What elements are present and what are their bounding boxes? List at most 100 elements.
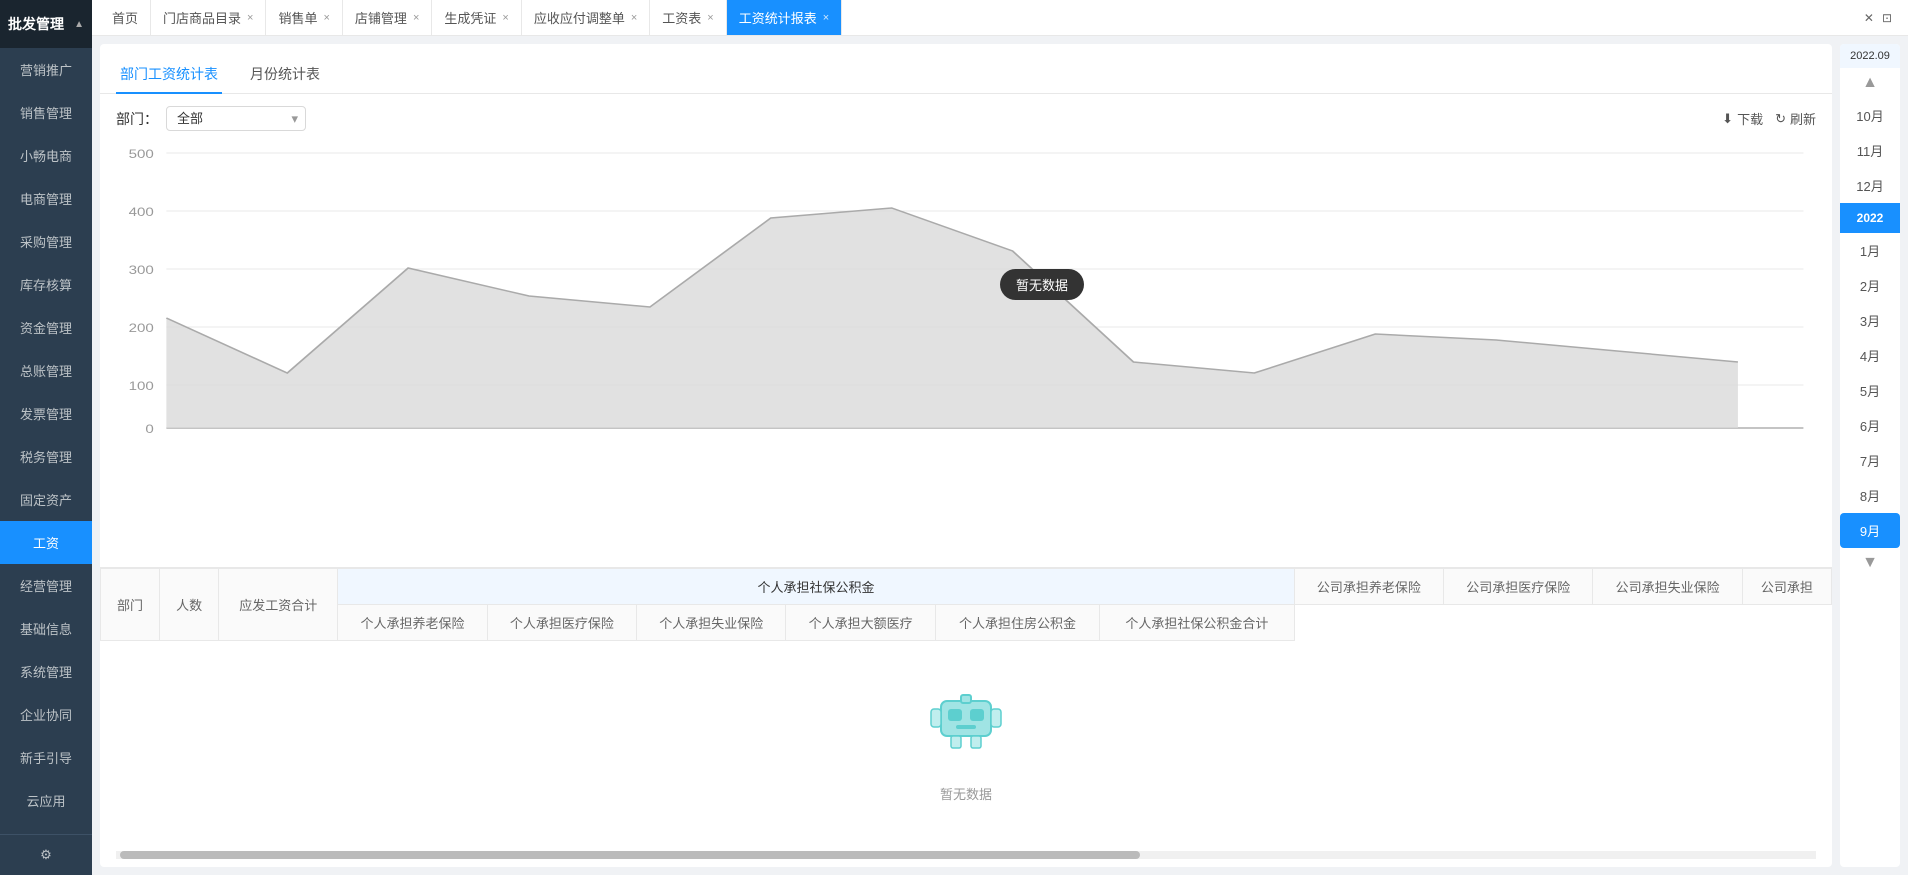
sidebar-item-assets[interactable]: 固定资产	[0, 478, 92, 521]
sidebar-item-inventory[interactable]: 库存核算	[0, 263, 92, 306]
sub-tabs: 部门工资统计表月份统计表	[100, 44, 1832, 94]
sidebar-header[interactable]: 批发管理 ▲	[0, 0, 92, 48]
date-item-11月[interactable]: 11月	[1840, 133, 1900, 168]
sidebar-item-cloud[interactable]: 云应用	[0, 779, 92, 822]
chart-svg: 500 400 300 200 100 0	[116, 143, 1816, 443]
sidebar-toggle-icon[interactable]: ▲	[74, 19, 84, 30]
close-all-button[interactable]: ✕	[1864, 11, 1874, 25]
refresh-icon: ↻	[1775, 111, 1786, 127]
tab-close-production-cert[interactable]: ×	[502, 12, 508, 24]
toolbar-left: 部门： 全部销售部财务部技术部行政部	[116, 106, 306, 131]
no-data-tooltip: 暂无数据	[1000, 269, 1084, 300]
table-header-dept: 部门	[101, 569, 160, 641]
tab-close-sales-order[interactable]: ×	[323, 12, 329, 24]
date-item-5月[interactable]: 5月	[1840, 373, 1900, 408]
table-header-company-medical: 公司承担医疗保险	[1444, 569, 1593, 605]
date-item-4月[interactable]: 4月	[1840, 338, 1900, 373]
svg-text:0: 0	[145, 422, 154, 435]
download-label: 下载	[1737, 109, 1763, 128]
tab-home[interactable]: 首页	[100, 0, 151, 36]
tab-label-receivable: 应收应付调整单	[534, 8, 625, 27]
tab-close-payroll[interactable]: ×	[707, 12, 713, 24]
date-item-10月[interactable]: 10月	[1840, 98, 1900, 133]
svg-text:100: 100	[129, 379, 155, 392]
date-item-12月[interactable]: 12月	[1840, 168, 1900, 203]
tab-payroll[interactable]: 工资表 ×	[650, 0, 726, 36]
date-item-3月[interactable]: 3月	[1840, 303, 1900, 338]
date-item-2月[interactable]: 2月	[1840, 268, 1900, 303]
svg-text:400: 400	[129, 205, 155, 218]
sidebar-item-ecommerce[interactable]: 电商管理	[0, 177, 92, 220]
date-item-7月[interactable]: 7月	[1840, 443, 1900, 478]
sidebar-item-mini-store[interactable]: 小畅电商	[0, 134, 92, 177]
tab-production-cert[interactable]: 生成凭证×	[432, 0, 521, 36]
table-area: 部门 人数 应发工资合计 个人承担社保公积金 公司承担养老保险 公司承担医疗保险…	[100, 567, 1832, 843]
sidebar-title: 批发管理	[8, 14, 64, 34]
table-header-personal-total: 个人承担社保公积金合计	[1100, 605, 1295, 641]
sidebar-item-invoice[interactable]: 发票管理	[0, 392, 92, 435]
date-nav-up[interactable]: ▲	[1840, 68, 1900, 98]
table-header-personal-group: 个人承担社保公积金	[338, 569, 1294, 605]
scrollbar-area	[100, 843, 1832, 867]
table-header-personal-pension: 个人承担养老保险	[338, 605, 487, 641]
tab-store-management[interactable]: 店铺管理×	[343, 0, 432, 36]
chart-container: 500 400 300 200 100 0	[116, 143, 1816, 443]
tab-close-payroll-report[interactable]: ×	[823, 12, 829, 24]
svg-text:300: 300	[129, 263, 155, 276]
tab-close-receivable[interactable]: ×	[631, 12, 637, 24]
tab-label-payroll: 工资表	[662, 8, 701, 27]
table-header-count: 人数	[160, 569, 219, 641]
sidebar-item-salary[interactable]: 工资	[0, 521, 92, 564]
tab-close-store-management[interactable]: ×	[413, 12, 419, 24]
date-nav-down[interactable]: ▼	[1840, 548, 1900, 578]
tab-store-catalog[interactable]: 门店商品目录 ×	[151, 0, 266, 36]
date-item-8月[interactable]: 8月	[1840, 478, 1900, 513]
sidebar-item-marketing[interactable]: 营销推广	[0, 48, 92, 91]
date-item-6月[interactable]: 6月	[1840, 408, 1900, 443]
sidebar-items: 营销推广销售管理小畅电商电商管理采购管理库存核算资金管理总账管理发票管理税务管理…	[0, 48, 92, 822]
dept-select-wrapper[interactable]: 全部销售部财务部技术部行政部	[166, 106, 306, 131]
sidebar-item-finance[interactable]: 资金管理	[0, 306, 92, 349]
refresh-button[interactable]: ↻ 刷新	[1775, 109, 1816, 128]
table-header-personal-housing: 个人承担住房公积金	[935, 605, 1099, 641]
tab-label-store-catalog: 门店商品目录	[163, 8, 241, 27]
scrollbar-thumb[interactable]	[120, 851, 1140, 859]
sidebar-item-basics[interactable]: 基础信息	[0, 607, 92, 650]
tab-close-store-catalog[interactable]: ×	[247, 12, 253, 24]
refresh-label: 刷新	[1790, 109, 1816, 128]
sidebar-item-sales[interactable]: 销售管理	[0, 91, 92, 134]
sidebar-item-ledger[interactable]: 总账管理	[0, 349, 92, 392]
chart-area: 500 400 300 200 100 0	[100, 143, 1832, 567]
sidebar-item-enterprise[interactable]: 企业协同	[0, 693, 92, 736]
sidebar: 批发管理 ▲ 营销推广销售管理小畅电商电商管理采购管理库存核算资金管理总账管理发…	[0, 0, 92, 875]
sidebar-item-operations[interactable]: 经营管理	[0, 564, 92, 607]
tab-receivable[interactable]: 应收应付调整单 ×	[522, 0, 650, 36]
date-item-1月[interactable]: 1月	[1840, 233, 1900, 268]
table-header-company-unemployment: 公司承担失业保险	[1593, 569, 1742, 605]
restore-button[interactable]: ⊡	[1882, 11, 1892, 25]
sub-tab-dept-stats[interactable]: 部门工资统计表	[116, 56, 222, 94]
tab-payroll-report[interactable]: 工资统计报表×	[727, 0, 842, 36]
date-item-9月[interactable]: 9月	[1840, 513, 1900, 548]
sidebar-item-tax[interactable]: 税务管理	[0, 435, 92, 478]
table-header-personal-medical: 个人承担医疗保险	[487, 605, 636, 641]
dept-select[interactable]: 全部销售部财务部技术部行政部	[166, 106, 306, 131]
tab-label-home: 首页	[112, 8, 138, 27]
sidebar-item-system[interactable]: 系统管理	[0, 650, 92, 693]
data-table: 部门 人数 应发工资合计 个人承担社保公积金 公司承担养老保险 公司承担医疗保险…	[100, 568, 1832, 641]
date-items: 10月11月12月20221月2月3月4月5月6月7月8月9月	[1840, 98, 1900, 548]
svg-text:200: 200	[129, 321, 155, 334]
date-current-label: 2022.09	[1840, 44, 1900, 68]
sidebar-item-guide[interactable]: 新手引导	[0, 736, 92, 779]
scrollbar-track[interactable]	[116, 851, 1816, 859]
table-header-personal-major-medical: 个人承担大额医疗	[786, 605, 935, 641]
tab-sales-order[interactable]: 销售单×	[266, 0, 342, 36]
empty-label: 暂无数据	[140, 784, 1792, 803]
sidebar-item-purchase[interactable]: 采购管理	[0, 220, 92, 263]
sub-tab-monthly-stats[interactable]: 月份统计表	[246, 56, 324, 94]
date-panel: 2022.09 ▲ 10月11月12月20221月2月3月4月5月6月7月8月9…	[1840, 44, 1900, 867]
download-button[interactable]: ⬇ 下载	[1722, 109, 1763, 128]
sidebar-settings[interactable]: ⚙	[0, 834, 92, 875]
table-header-total: 应发工资合计	[219, 569, 338, 641]
empty-robot-icon	[140, 681, 1792, 776]
